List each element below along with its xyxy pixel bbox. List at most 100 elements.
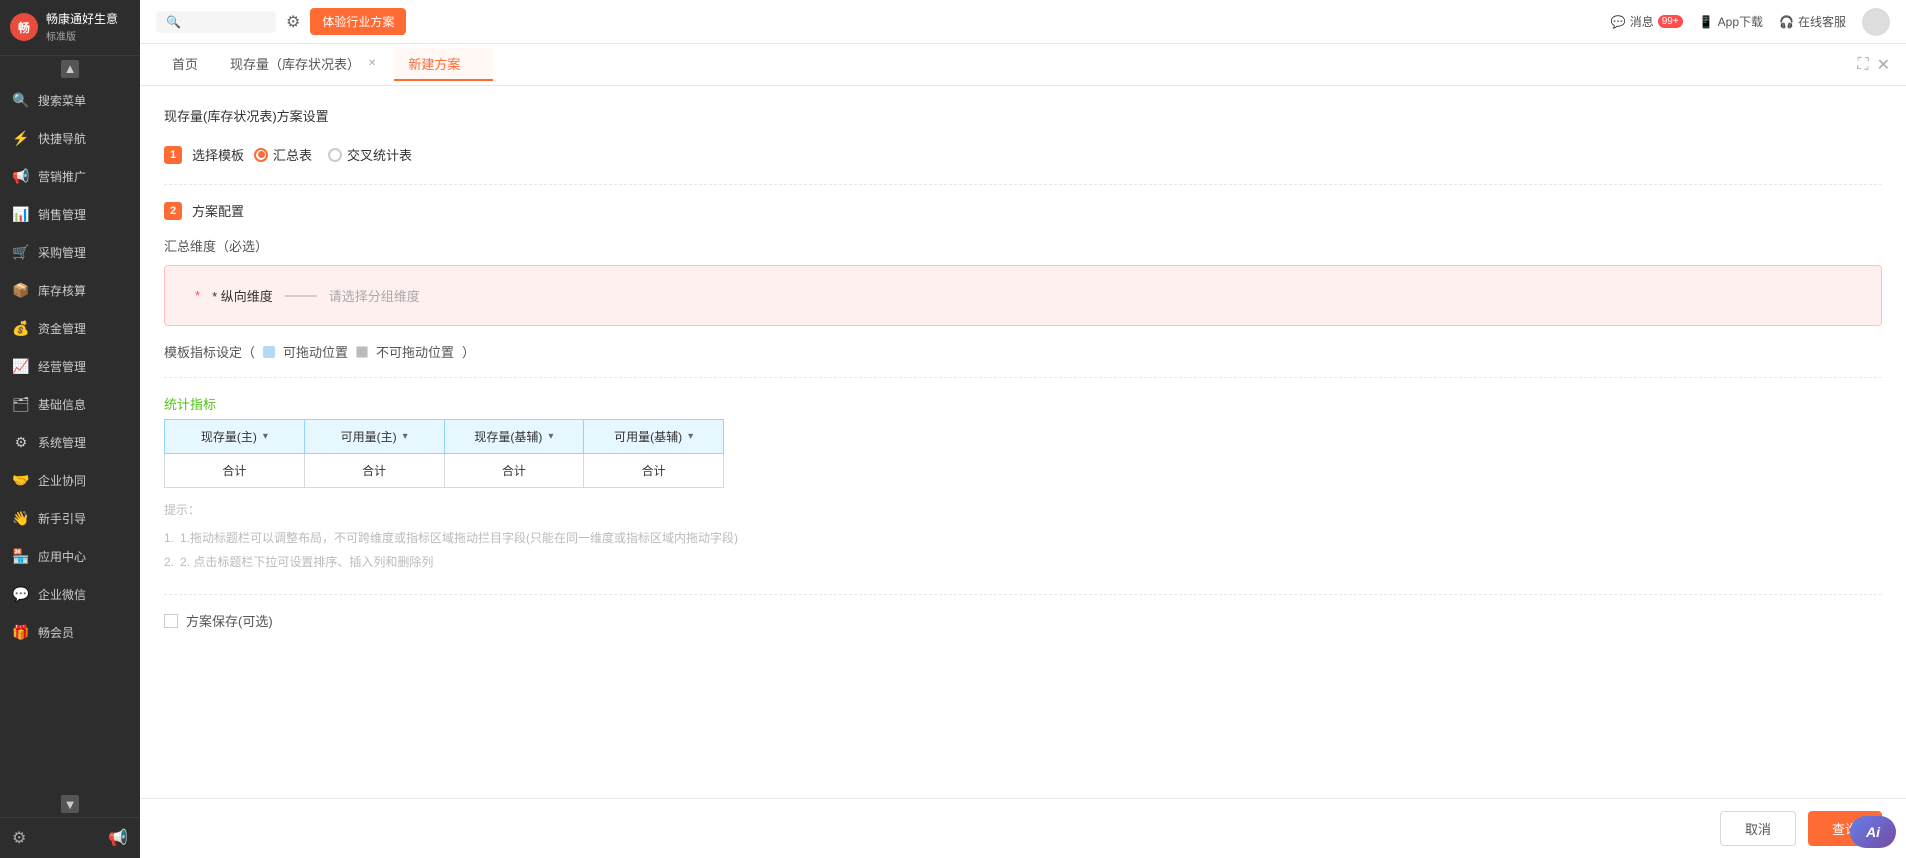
- sidebar-item-label-system: 系统管理: [38, 434, 86, 451]
- close-tab-icon[interactable]: ✕: [1877, 55, 1890, 75]
- sidebar-item-purchase[interactable]: 🛒 采购管理: [0, 234, 140, 272]
- sidebar-item-cooperation[interactable]: 🤝 企业协同: [0, 462, 140, 500]
- tab-home[interactable]: 首页: [156, 44, 214, 85]
- sidebar-item-finance[interactable]: 💰 资金管理: [0, 310, 140, 348]
- stats-section: 统计指标 现存量(主) ▾: [164, 394, 1882, 488]
- sidebar-item-label-wechat: 企业微信: [38, 586, 86, 603]
- search-menu-icon: 🔍: [12, 92, 30, 110]
- section-1-header: 1 选择模板 汇总表 交叉统计表: [164, 145, 1882, 164]
- tip-2-num: 2.: [164, 550, 174, 574]
- main-area: 🔍 ⚙ 体验行业方案 💬 消息 99+ 📱 App下载 🎧 在线客服: [140, 0, 1906, 858]
- tab-bar: 首页 现存量（库存状况表） ✕ 新建方案 ✕ ⛶ ✕: [140, 44, 1906, 86]
- settings-gear-icon[interactable]: ⚙: [286, 12, 300, 32]
- col-2-dropdown-icon[interactable]: ▾: [403, 431, 408, 442]
- stats-cell-2: 合计: [304, 454, 444, 488]
- sidebar-item-basic-info[interactable]: 🗂 基础信息: [0, 386, 140, 424]
- stats-header-col-4[interactable]: 可用量(基辅) ▾: [584, 420, 724, 454]
- sidebar-item-label-finance: 资金管理: [38, 320, 86, 337]
- maximize-icon[interactable]: ⛶: [1857, 56, 1868, 74]
- section-1-title: 选择模板: [192, 145, 244, 164]
- settings-icon[interactable]: ⚙: [12, 828, 26, 848]
- sidebar-item-sales[interactable]: 📊 销售管理: [0, 196, 140, 234]
- online-service-label: 在线客服: [1798, 13, 1846, 30]
- dimension-row-label: * 纵向维度: [212, 286, 273, 305]
- radio-cross-circle: [328, 148, 342, 162]
- metrics-divider: [164, 377, 1882, 378]
- online-service-button[interactable]: 🎧 在线客服: [1779, 13, 1846, 30]
- col-4-label: 可用量(基辅): [614, 428, 682, 445]
- stats-table-header-row: 现存量(主) ▾ 可用量(主) ▾: [165, 420, 724, 454]
- message-icon: 💬: [1611, 15, 1626, 29]
- sidebar-item-label-sales: 销售管理: [38, 206, 86, 223]
- industry-solution-button[interactable]: 体验行业方案: [310, 8, 406, 35]
- tab-inventory-close[interactable]: ✕: [366, 58, 378, 69]
- content-area: 现存量(库存状况表)方案设置 1 选择模板 汇总表 交叉统计表: [140, 86, 1906, 798]
- stats-header-col-3[interactable]: 现存量(基辅) ▾: [444, 420, 584, 454]
- dimension-inner: * * 纵向维度 —— 请选择分组维度: [195, 286, 1851, 305]
- sidebar-nav: 🔍 搜索菜单 ⚡ 快捷导航 📢 营销推广 📊 销售管理 🛒 采购管理 📦 库存核…: [0, 82, 140, 791]
- section-divider-1: [164, 184, 1882, 185]
- sidebar: 畅 畅康通好生意 标准版 ▲ 🔍 搜索菜单 ⚡ 快捷导航 📢 营销推广 📊 销售…: [0, 0, 140, 858]
- stats-header-col-1[interactable]: 现存量(主) ▾: [165, 420, 305, 454]
- scroll-down-button[interactable]: ▼: [61, 795, 79, 813]
- sidebar-item-management[interactable]: 📈 经营管理: [0, 348, 140, 386]
- sidebar-item-search[interactable]: 🔍 搜索菜单: [0, 82, 140, 120]
- ai-badge[interactable]: Ai: [1850, 816, 1896, 848]
- section-1-num: 1: [164, 146, 182, 164]
- dimension-arrow: ——: [285, 287, 317, 305]
- col-4-dropdown-icon[interactable]: ▾: [688, 431, 693, 442]
- sidebar-item-vip[interactable]: 🎁 畅会员: [0, 614, 140, 652]
- user-avatar[interactable]: [1862, 8, 1890, 36]
- tabs-controls: ⛶ ✕: [1857, 55, 1890, 75]
- drag-label: 可拖动位置: [283, 342, 348, 361]
- stats-header-col-2[interactable]: 可用量(主) ▾: [304, 420, 444, 454]
- bottom-action-bar: 取消 查询: [140, 798, 1906, 858]
- topbar-search-box[interactable]: 🔍: [156, 11, 276, 33]
- col-3-label: 现存量(基辅): [474, 428, 542, 445]
- radio-summary-circle: [254, 148, 268, 162]
- app-download-button[interactable]: 📱 App下载: [1699, 13, 1763, 30]
- scroll-up-button[interactable]: ▲: [61, 60, 79, 78]
- sidebar-item-quick-nav[interactable]: ⚡ 快捷导航: [0, 120, 140, 158]
- no-drag-badge: [356, 346, 368, 358]
- sidebar-item-wechat[interactable]: 💬 企业微信: [0, 576, 140, 614]
- sidebar-item-inventory[interactable]: 📦 库存核算: [0, 272, 140, 310]
- col-1-dropdown-icon[interactable]: ▾: [263, 431, 268, 442]
- phone-icon: 📱: [1699, 15, 1714, 29]
- cancel-button[interactable]: 取消: [1720, 811, 1796, 846]
- tip-2-text: 2. 点击标题栏下拉可设置排序、插入列和删除列: [180, 550, 433, 574]
- marketing-icon: 📢: [12, 168, 30, 186]
- save-checkbox[interactable]: [164, 614, 178, 628]
- headset-icon: 🎧: [1779, 15, 1794, 29]
- sidebar-item-guide[interactable]: 👋 新手引导: [0, 500, 140, 538]
- dimension-label: 汇总维度（必选）: [164, 236, 1882, 255]
- search-icon: 🔍: [166, 15, 181, 29]
- tips-header: 提示：: [164, 498, 1882, 522]
- sidebar-item-system[interactable]: ⚙ 系统管理: [0, 424, 140, 462]
- tab-new-plan[interactable]: 新建方案 ✕: [394, 48, 492, 81]
- tab-inventory-status[interactable]: 现存量（库存状况表） ✕: [214, 44, 394, 85]
- metrics-label-text: 模板指标设定（: [164, 342, 255, 361]
- tab-inventory-label: 现存量（库存状况表）: [230, 54, 360, 73]
- sidebar-item-label-marketing: 营销推广: [38, 168, 86, 185]
- sidebar-item-label-management: 经营管理: [38, 358, 86, 375]
- tip-1: 1. 1.拖动标题栏可以调整布局，不可跨维度或指标区域拖动拦目字段(只能在同一维…: [164, 526, 1882, 550]
- dimension-box[interactable]: * * 纵向维度 —— 请选择分组维度: [164, 265, 1882, 326]
- speaker-icon[interactable]: 📢: [108, 828, 128, 848]
- sidebar-item-marketing[interactable]: 📢 营销推广: [0, 158, 140, 196]
- message-button[interactable]: 💬 消息 99+: [1611, 13, 1683, 30]
- drag-badge: [263, 346, 275, 358]
- tab-home-label: 首页: [172, 54, 198, 73]
- col-3-dropdown-icon[interactable]: ▾: [548, 431, 553, 442]
- app-edition: 标准版: [46, 28, 118, 43]
- page-title: 现存量(库存状况表)方案设置: [164, 106, 1882, 125]
- tab-new-plan-close[interactable]: ✕: [466, 58, 478, 69]
- sidebar-item-app-center[interactable]: 🏪 应用中心: [0, 538, 140, 576]
- app-name-block: 畅康通好生意 标准版: [46, 12, 118, 43]
- sidebar-item-label-app-center: 应用中心: [38, 548, 86, 565]
- radio-cross-table[interactable]: 交叉统计表: [328, 145, 412, 164]
- tips-section: 提示： 1. 1.拖动标题栏可以调整布局，不可跨维度或指标区域拖动拦目字段(只能…: [164, 498, 1882, 574]
- tab-new-plan-label: 新建方案: [408, 54, 460, 73]
- finance-icon: 💰: [12, 320, 30, 338]
- radio-summary-table[interactable]: 汇总表: [254, 145, 312, 164]
